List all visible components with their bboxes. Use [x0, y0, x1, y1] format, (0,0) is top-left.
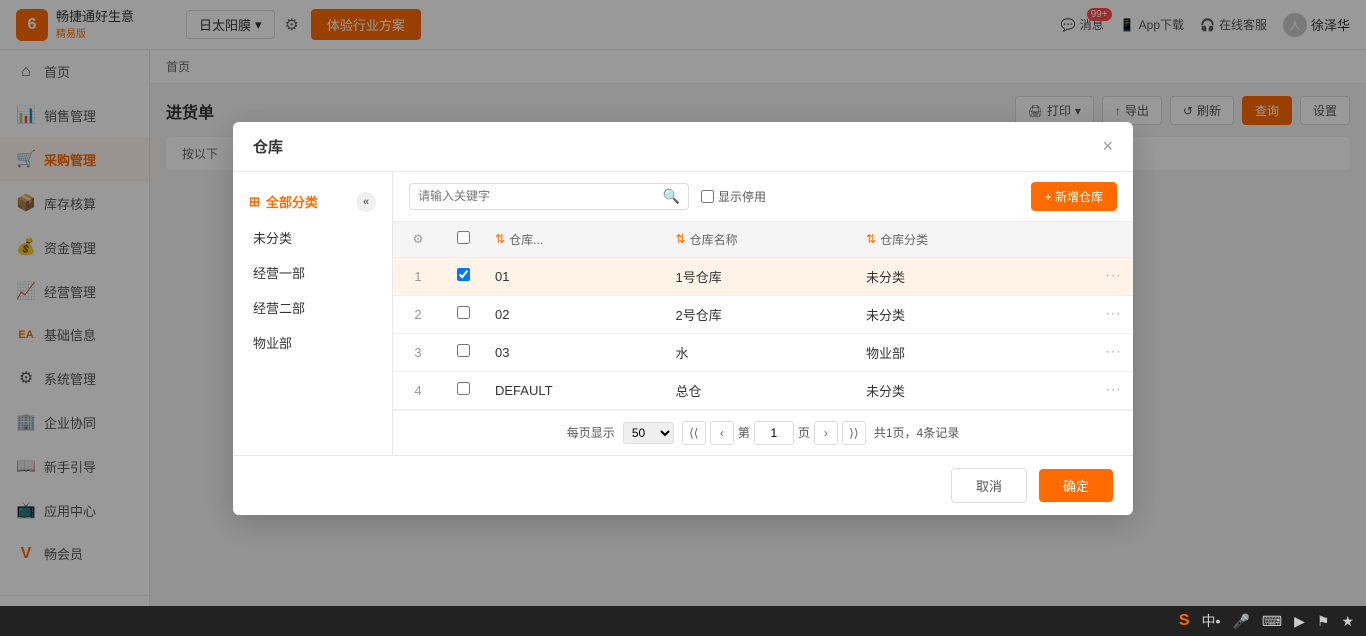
- s-play-icon[interactable]: ▶: [1294, 613, 1305, 630]
- row-checkbox[interactable]: [457, 306, 470, 319]
- row-checkbox-cell[interactable]: [443, 333, 483, 371]
- prev-page-button[interactable]: ‹: [710, 421, 734, 445]
- row-num: 4: [393, 371, 443, 409]
- row-action[interactable]: ···: [1045, 295, 1134, 333]
- status-bar: S 中• 🎤 ⌨ ▶ ⚑ ★: [0, 606, 1366, 636]
- all-categories-header[interactable]: ⊞ 全部分类 «: [233, 184, 392, 220]
- category-tree: ⊞ 全部分类 « 未分类 经营一部 经营二部 物业部: [233, 172, 393, 455]
- table-row[interactable]: 1 01 1号仓库 未分类 ···: [393, 257, 1133, 295]
- row-category: 未分类: [854, 257, 1045, 295]
- next-page-button[interactable]: ›: [814, 421, 838, 445]
- page-navigation: ⟨⟨ ‹ 第 页 › ⟩⟩: [682, 421, 866, 445]
- table-row[interactable]: 3 03 水 物业部 ···: [393, 333, 1133, 371]
- s-keyboard-icon[interactable]: ⌨: [1262, 613, 1282, 630]
- show-disabled-checkbox[interactable]: [701, 190, 714, 203]
- total-label: 共1页，4条记录: [874, 424, 959, 441]
- grid-icon: ⊞: [249, 194, 260, 210]
- all-categories-label: 全部分类: [266, 192, 318, 211]
- show-disabled-label[interactable]: 显示停用: [701, 188, 766, 205]
- table-row[interactable]: 2 02 2号仓库 未分类 ···: [393, 295, 1133, 333]
- cat-item-property[interactable]: 物业部: [233, 325, 392, 360]
- warehouse-modal: 仓库 × ⊞ 全部分类 « 未分类 经营一部 经营二部 物业部: [233, 122, 1133, 515]
- s-zh-icon[interactable]: 中•: [1202, 611, 1221, 631]
- th-checkbox: [443, 222, 483, 258]
- row-code: 03: [483, 333, 664, 371]
- row-num: 1: [393, 257, 443, 295]
- search-box[interactable]: 🔍: [409, 183, 689, 210]
- row-checkbox[interactable]: [457, 344, 470, 357]
- row-category: 未分类: [854, 371, 1045, 409]
- page-size-select[interactable]: 501020100: [623, 422, 674, 444]
- th-name: ⇅ 仓库名称: [664, 222, 855, 258]
- row-category: 未分类: [854, 295, 1045, 333]
- modal-toolbar: 🔍 显示停用 + 新增仓库: [393, 172, 1133, 222]
- modal-overlay: 仓库 × ⊞ 全部分类 « 未分类 经营一部 经营二部 物业部: [0, 0, 1366, 636]
- s-flag-icon[interactable]: ⚑: [1317, 613, 1330, 630]
- page-unit: 页: [798, 424, 810, 441]
- modal-close-button[interactable]: ×: [1102, 137, 1113, 155]
- table-row[interactable]: 4 DEFAULT 总仓 未分类 ···: [393, 371, 1133, 409]
- th-settings: ⚙: [393, 222, 443, 258]
- per-page-label: 每页显示: [567, 424, 615, 441]
- search-icon[interactable]: 🔍: [663, 188, 680, 205]
- row-action[interactable]: ···: [1045, 371, 1134, 409]
- row-checkbox[interactable]: [457, 382, 470, 395]
- row-num: 2: [393, 295, 443, 333]
- sort-code-icon: ⇅: [495, 232, 505, 246]
- row-name: 总仓: [664, 371, 855, 409]
- page-label: 第: [738, 424, 750, 441]
- row-action[interactable]: ···: [1045, 257, 1134, 295]
- settings-col-icon: ⚙: [413, 232, 424, 246]
- s-mic-icon[interactable]: 🎤: [1232, 613, 1249, 630]
- sort-cat-icon: ⇅: [866, 232, 876, 246]
- pagination: 每页显示 501020100 ⟨⟨ ‹ 第 页 › ⟩⟩: [393, 410, 1133, 455]
- cancel-button[interactable]: 取消: [951, 468, 1027, 503]
- modal-body: ⊞ 全部分类 « 未分类 经营一部 经营二部 物业部 🔍: [233, 172, 1133, 455]
- row-num: 3: [393, 333, 443, 371]
- row-category: 物业部: [854, 333, 1045, 371]
- page-size-dropdown[interactable]: 501020100: [623, 422, 674, 444]
- table: ⚙ ⇅ 仓库...: [393, 222, 1133, 410]
- modal-footer: 取消 确定: [233, 455, 1133, 515]
- sort-name-icon: ⇅: [676, 232, 686, 246]
- row-name: 1号仓库: [664, 257, 855, 295]
- th-code: ⇅ 仓库...: [483, 222, 664, 258]
- collapse-button[interactable]: «: [356, 192, 376, 212]
- search-input[interactable]: [418, 189, 663, 203]
- cat-item-unclassified[interactable]: 未分类: [233, 220, 392, 255]
- s-star-icon[interactable]: ★: [1341, 613, 1354, 630]
- modal-right-panel: 🔍 显示停用 + 新增仓库 ⚙: [393, 172, 1133, 455]
- th-category: ⇅ 仓库分类: [854, 222, 1045, 258]
- row-code: 02: [483, 295, 664, 333]
- modal-header: 仓库 ×: [233, 122, 1133, 172]
- row-code: 01: [483, 257, 664, 295]
- row-code: DEFAULT: [483, 371, 664, 409]
- add-warehouse-button[interactable]: + 新增仓库: [1031, 182, 1117, 211]
- row-checkbox-cell[interactable]: [443, 295, 483, 333]
- warehouse-table: ⚙ ⇅ 仓库...: [393, 222, 1133, 410]
- row-checkbox[interactable]: [457, 268, 470, 281]
- row-action[interactable]: ···: [1045, 333, 1134, 371]
- row-checkbox-cell[interactable]: [443, 257, 483, 295]
- cat-item-ops1[interactable]: 经营一部: [233, 255, 392, 290]
- th-action: [1045, 222, 1134, 258]
- s-logo-icon: S: [1179, 612, 1190, 630]
- table-header: ⚙ ⇅ 仓库...: [393, 222, 1133, 258]
- cat-item-ops2[interactable]: 经营二部: [233, 290, 392, 325]
- row-name: 2号仓库: [664, 295, 855, 333]
- row-name: 水: [664, 333, 855, 371]
- page-number-input[interactable]: [754, 421, 794, 445]
- modal-title: 仓库: [253, 136, 283, 157]
- confirm-button[interactable]: 确定: [1039, 469, 1113, 502]
- row-checkbox-cell[interactable]: [443, 371, 483, 409]
- table-body: 1 01 1号仓库 未分类 ··· 2 02 2号仓库 未分类 ··· 3 03…: [393, 257, 1133, 409]
- last-page-button[interactable]: ⟩⟩: [842, 421, 866, 445]
- first-page-button[interactable]: ⟨⟨: [682, 421, 706, 445]
- select-all-checkbox[interactable]: [457, 231, 470, 244]
- show-disabled-text: 显示停用: [718, 188, 766, 205]
